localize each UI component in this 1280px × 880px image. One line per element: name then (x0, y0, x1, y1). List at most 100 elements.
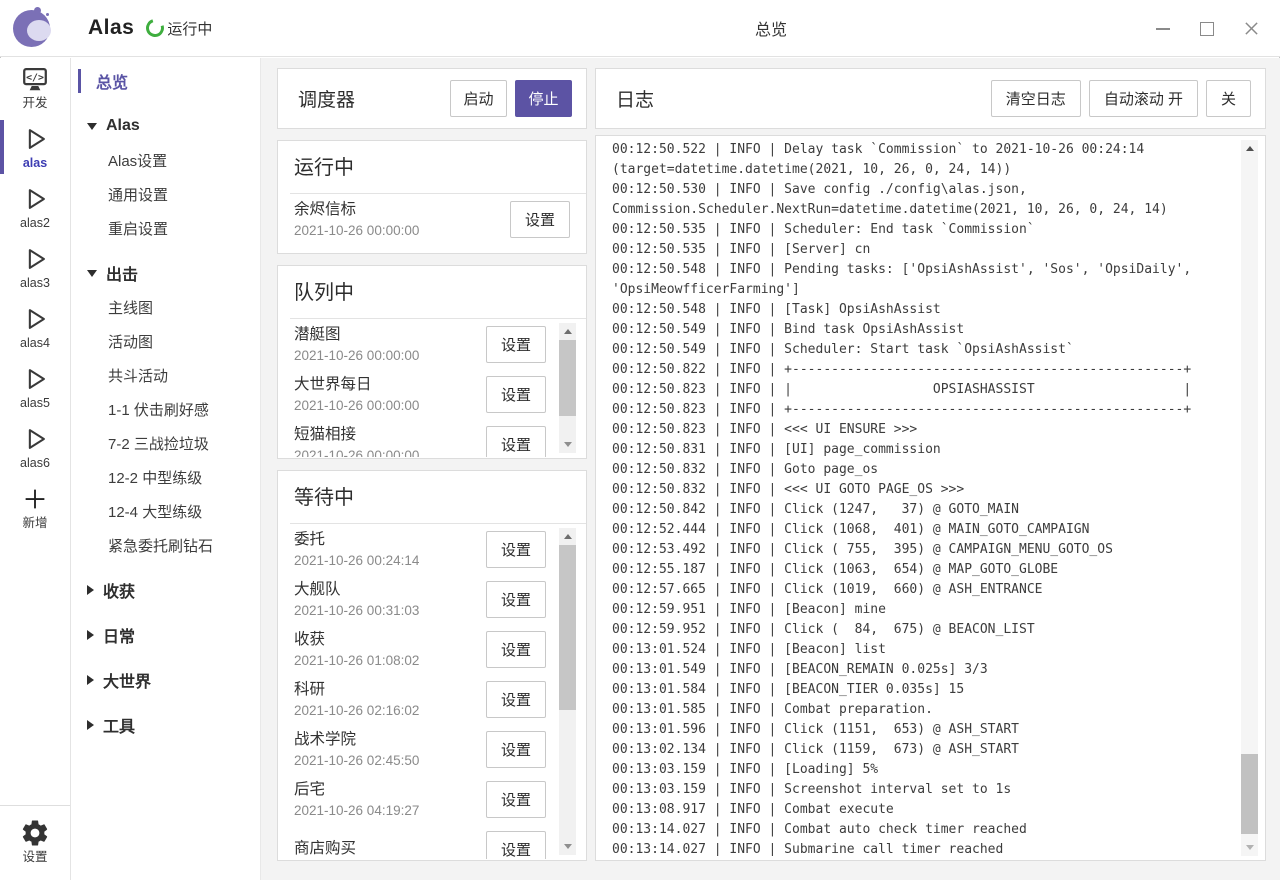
log-column: 日志 清空日志 自动滚动 开 关 00:12:50.522 | INFO | D… (595, 68, 1266, 861)
maximize-button[interactable] (1192, 14, 1222, 44)
nav-item-label: 出击 (106, 261, 138, 285)
scroll-down-icon[interactable] (559, 838, 576, 855)
task-row: 大舰队2021-10-26 00:31:03设置 (278, 574, 586, 624)
scheduler-column: 调度器 启动 停止 运行中 余烬信标2021-10-26 00:00:00设置 … (277, 68, 587, 861)
task-settings-button[interactable]: 设置 (486, 831, 546, 860)
minimize-button[interactable] (1148, 14, 1178, 44)
chevron-right-icon (87, 675, 94, 685)
nav-item-紧急委托刷钻石[interactable]: 紧急委托刷钻石 (71, 528, 260, 562)
task-settings-button[interactable]: 设置 (510, 201, 570, 238)
window-controls (1148, 0, 1266, 57)
running-panel: 运行中 余烬信标2021-10-26 00:00:00设置 (277, 140, 587, 254)
nav-item-收获[interactable]: 收获 (71, 573, 260, 607)
rail-item-add[interactable]: 新增 (0, 478, 70, 538)
nav-item-label: 7-2 三战捡垃圾 (108, 433, 209, 454)
task-settings-button[interactable]: 设置 (486, 376, 546, 413)
nav-item-Alas[interactable]: Alas (71, 109, 260, 143)
task-row: 战术学院2021-10-26 02:45:50设置 (278, 724, 586, 774)
nav-item-大世界[interactable]: 大世界 (71, 663, 260, 697)
task-name: 短猫相接 (294, 424, 486, 446)
pending-task-list: 潜艇图2021-10-26 00:00:00设置大世界每日2021-10-26 … (278, 319, 586, 457)
scroll-thumb[interactable] (559, 340, 576, 416)
nav-item-7-2 三战捡垃圾[interactable]: 7-2 三战捡垃圾 (71, 426, 260, 460)
running-spinner-icon (143, 16, 167, 40)
task-name: 收获 (294, 629, 486, 651)
nav-item-label: 紧急委托刷钻石 (108, 535, 213, 556)
waiting-scrollbar[interactable] (559, 528, 576, 855)
task-settings-button[interactable]: 设置 (486, 581, 546, 618)
task-row: 大世界每日2021-10-26 00:00:00设置 (278, 369, 586, 419)
close-button[interactable] (1236, 14, 1266, 44)
rail-item-alas5[interactable]: alas5 (0, 358, 70, 418)
task-settings-button[interactable]: 设置 (486, 631, 546, 668)
rail-item-label: alas3 (20, 276, 50, 291)
task-settings-button[interactable]: 设置 (486, 426, 546, 458)
task-info: 余烬信标2021-10-26 00:00:00 (294, 199, 510, 240)
scroll-down-icon[interactable] (1241, 839, 1258, 856)
nav-item-出击[interactable]: 出击 (71, 256, 260, 290)
waiting-title: 等待中 (278, 471, 586, 523)
task-row: 科研2021-10-26 02:16:02设置 (278, 674, 586, 724)
start-button[interactable]: 启动 (450, 80, 507, 117)
task-settings-button[interactable]: 设置 (486, 781, 546, 818)
scroll-thumb[interactable] (1241, 754, 1258, 834)
chevron-right-icon (87, 630, 94, 640)
scroll-up-icon[interactable] (1241, 140, 1258, 157)
log-scrollbar[interactable] (1241, 140, 1258, 856)
task-next-run-time: 2021-10-26 00:24:14 (294, 552, 486, 570)
scroll-up-icon[interactable] (559, 528, 576, 545)
nav-item-Alas设置[interactable]: Alas设置 (71, 143, 260, 177)
nav-item-1-1 伏击刷好感[interactable]: 1-1 伏击刷好感 (71, 392, 260, 426)
log-panel: 00:12:50.522 | INFO | Delay task `Commis… (595, 135, 1266, 861)
nav-item-label: 共斗活动 (108, 365, 168, 386)
stop-button[interactable]: 停止 (515, 80, 572, 117)
rail-item-label: 设置 (22, 850, 47, 865)
play-icon (20, 364, 50, 394)
rail-item-alas6[interactable]: alas6 (0, 418, 70, 478)
task-name: 战术学院 (294, 729, 486, 751)
rail-item-settings[interactable]: 设置 (0, 812, 70, 872)
chevron-down-icon (87, 123, 97, 130)
task-settings-button[interactable]: 设置 (486, 681, 546, 718)
nav-item-主线图[interactable]: 主线图 (71, 290, 260, 324)
nav-item-label: 日常 (103, 623, 135, 647)
gear-icon (20, 818, 50, 848)
rail-item-label: alas2 (20, 216, 50, 231)
task-info: 潜艇图2021-10-26 00:00:00 (294, 324, 486, 365)
task-name: 商店购买 (294, 838, 486, 860)
scroll-down-icon[interactable] (559, 436, 576, 453)
task-settings-button[interactable]: 设置 (486, 731, 546, 768)
task-settings-button[interactable]: 设置 (486, 326, 546, 363)
waiting-task-list: 委托2021-10-26 00:24:14设置大舰队2021-10-26 00:… (278, 524, 586, 859)
nav-item-共斗活动[interactable]: 共斗活动 (71, 358, 260, 392)
nav-item-总览[interactable]: 总览 (71, 64, 260, 98)
pending-scrollbar[interactable] (559, 323, 576, 453)
scroll-thumb[interactable] (559, 545, 576, 710)
rail-item-alas[interactable]: alas (0, 118, 70, 178)
pending-panel: 队列中 潜艇图2021-10-26 00:00:00设置大世界每日2021-10… (277, 265, 587, 459)
autoscroll-off-button[interactable]: 关 (1206, 80, 1251, 117)
task-settings-button[interactable]: 设置 (486, 531, 546, 568)
task-next-run-time: 2021-10-26 04:19:27 (294, 802, 486, 820)
nav-item-工具[interactable]: 工具 (71, 708, 260, 742)
clear-log-button[interactable]: 清空日志 (991, 80, 1081, 117)
pending-title: 队列中 (278, 266, 586, 318)
task-row: 委托2021-10-26 00:24:14设置 (278, 524, 586, 574)
rail-item-alas3[interactable]: alas3 (0, 238, 70, 298)
nav-item-活动图[interactable]: 活动图 (71, 324, 260, 358)
nav-item-12-4 大型练级[interactable]: 12-4 大型练级 (71, 494, 260, 528)
scroll-up-icon[interactable] (559, 323, 576, 340)
nav-item-12-2 中型练级[interactable]: 12-2 中型练级 (71, 460, 260, 494)
log-header-panel: 日志 清空日志 自动滚动 开 关 (595, 68, 1266, 129)
rail-item-alas4[interactable]: alas4 (0, 298, 70, 358)
autoscroll-on-button[interactable]: 自动滚动 开 (1089, 80, 1198, 117)
instance-rail: </>开发alas alas2 alas3 alas4alas5alas6新增 设置 (0, 58, 71, 880)
nav-item-通用设置[interactable]: 通用设置 (71, 177, 260, 211)
maximize-icon (1200, 22, 1214, 36)
rail-item-dev[interactable]: </>开发 (0, 58, 70, 118)
nav-item-重启设置[interactable]: 重启设置 (71, 211, 260, 245)
nav-item-日常[interactable]: 日常 (71, 618, 260, 652)
task-row: 商店购买设置 (278, 824, 586, 859)
chevron-down-icon (87, 270, 97, 277)
rail-item-alas2[interactable]: alas2 (0, 178, 70, 238)
